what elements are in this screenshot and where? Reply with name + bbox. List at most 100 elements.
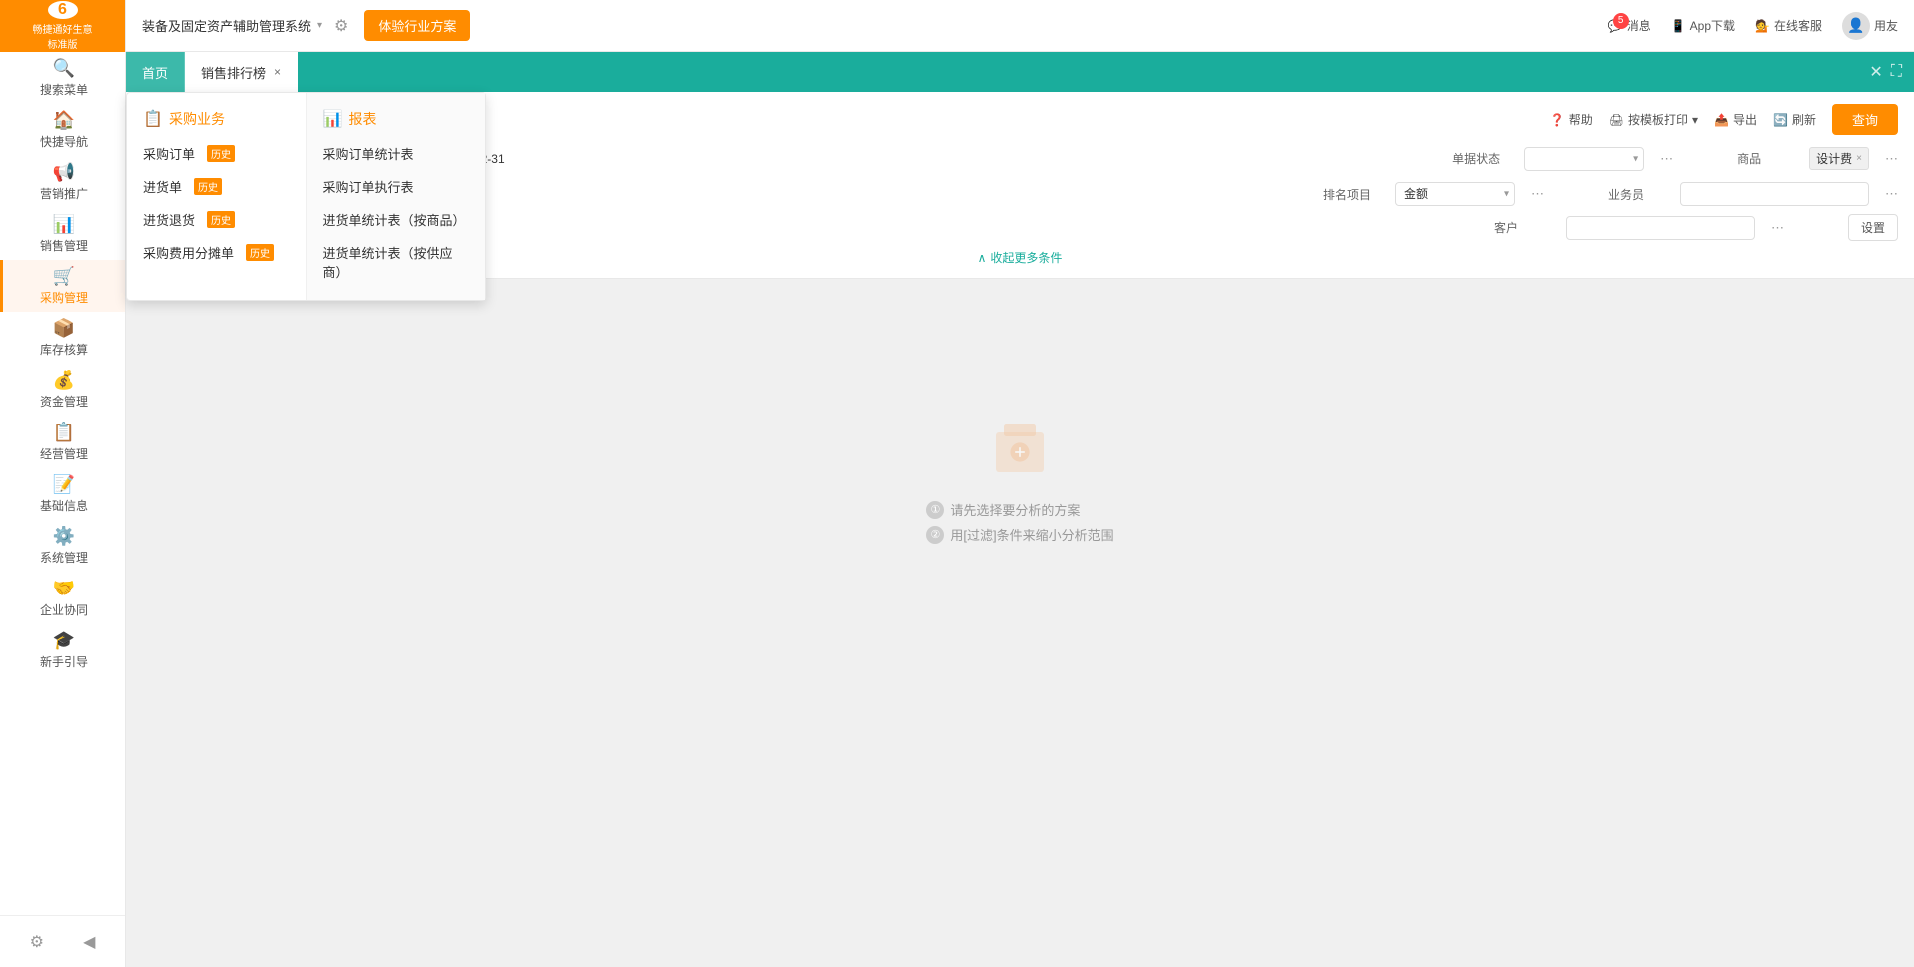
customer-label: 客户	[1494, 219, 1554, 236]
app-download-btn[interactable]: 📱 App下载	[1671, 17, 1735, 34]
collab-icon: 🤝	[53, 578, 75, 599]
empty-step-2: ② 用[过滤]条件来缩小分析范围	[926, 525, 1113, 544]
sidebar-bottom: ⚙ ◀	[0, 915, 125, 967]
order-status-select-wrap	[1524, 147, 1644, 171]
query-btn[interactable]: 查询	[1832, 104, 1898, 135]
service-icon: 💁	[1755, 19, 1770, 33]
dropdown-item-report-3[interactable]: 进货单统计表（按供应商）	[307, 236, 486, 288]
user-menu-btn[interactable]: 👤 用友	[1842, 12, 1898, 40]
export-icon: 📤	[1714, 113, 1729, 127]
collapse-btn[interactable]: ∧ 收起更多条件	[978, 249, 1063, 266]
sidebar-item-inventory[interactable]: 📦 库存核算	[0, 312, 125, 364]
product-dots[interactable]: ⋯	[1885, 151, 1898, 167]
sidebar-item-newbie[interactable]: 🎓 新手引导	[0, 624, 125, 676]
sidebar-item-search[interactable]: 🔍 搜索菜单	[0, 52, 125, 104]
system-icon: ⚙️	[53, 526, 75, 547]
refresh-btn[interactable]: 🔄 刷新	[1773, 111, 1816, 128]
sidebar-item-business[interactable]: 📋 经营管理	[0, 416, 125, 468]
logo-text: 畅捷通好生意	[33, 21, 93, 36]
sidebar-item-marketing[interactable]: 📢 营销推广	[0, 156, 125, 208]
order-status-label: 单据状态	[1452, 150, 1512, 167]
sidebar-item-sales[interactable]: 📊 销售管理	[0, 208, 125, 260]
dropdown-item-purchase-return[interactable]: 进货退货 历史	[127, 203, 306, 236]
purchase-col-icon: 📋	[143, 109, 163, 129]
dropdown-item-report-0[interactable]: 采购订单统计表	[307, 137, 486, 170]
product-tag: 设计费 ×	[1809, 147, 1869, 170]
dropdown-item-purchase-receipt[interactable]: 进货单 历史	[127, 170, 306, 203]
message-btn[interactable]: 💬 5 消息	[1608, 17, 1651, 34]
tab-close-icon[interactable]: ×	[274, 65, 281, 79]
refresh-icon: 🔄	[1773, 113, 1788, 127]
help-btn[interactable]: ❓ 帮助	[1550, 111, 1593, 128]
basicinfo-icon: 📝	[53, 474, 75, 495]
dropdown-item-purchase-order[interactable]: 采购订单 历史	[127, 137, 306, 170]
report-col-icon: 📊	[323, 109, 343, 129]
history-badge-0: 历史	[207, 145, 235, 162]
header-settings-icon[interactable]: ⚙	[334, 16, 348, 36]
print-dropdown-icon[interactable]: ▾	[1692, 113, 1698, 127]
rank-item-dots[interactable]: ⋯	[1531, 186, 1544, 202]
dropdown-item-report-2[interactable]: 进货单统计表（按商品）	[307, 203, 486, 236]
filter-settings-btn[interactable]: 设置	[1848, 214, 1898, 241]
print-btn[interactable]: 🖨 按模板打印 ▾	[1609, 111, 1698, 128]
home-icon: 🏠	[53, 110, 75, 131]
sidebar-navigation: 🔍 搜索菜单 🏠 快捷导航 📢 营销推广 📊 销售管理 🛒 采购管理 📦 库存核…	[0, 52, 125, 915]
tab-fullscreen-btn[interactable]: ⛶	[1891, 63, 1902, 81]
sidebar-settings-btn[interactable]: ⚙	[30, 932, 44, 952]
empty-step-1: ① 请先选择要分析的方案	[926, 500, 1113, 519]
customer-dots[interactable]: ⋯	[1771, 220, 1784, 236]
search-icon: 🔍	[53, 58, 75, 79]
industry-btn[interactable]: 体验行业方案	[364, 10, 470, 41]
sidebar-item-purchase[interactable]: 🛒 采购管理	[0, 260, 125, 312]
dropdown-report-header: 📊 报表	[307, 105, 486, 137]
export-btn[interactable]: 📤 导出	[1714, 111, 1757, 128]
sidebar-item-collab[interactable]: 🤝 企业协同	[0, 572, 125, 624]
tab-bar: 首页 销售排行榜 × ✕ ⛶	[126, 52, 1914, 92]
rank-item-select[interactable]: 金额	[1395, 182, 1515, 206]
empty-state: ① 请先选择要分析的方案 ② 用[过滤]条件来缩小分析范围	[126, 279, 1914, 679]
header-right: 💬 5 消息 📱 App下载 💁 在线客服 👤 用友	[1608, 12, 1898, 40]
sidebar-item-basicinfo[interactable]: 📝 基础信息	[0, 468, 125, 520]
header-title-group: 装备及固定资产辅助管理系统 ▾ ⚙ 体验行业方案	[142, 10, 1608, 41]
print-icon: 🖨	[1609, 113, 1624, 127]
phone-icon: 📱	[1671, 19, 1686, 33]
dropdown-item-purchase-expense[interactable]: 采购费用分摊单 历史	[127, 236, 306, 269]
sidebar-collapse-btn[interactable]: ◀	[83, 932, 95, 952]
app-title: 装备及固定资产辅助管理系统	[142, 16, 311, 35]
tab-close-btn[interactable]: ✕	[1869, 62, 1882, 82]
newbie-icon: 🎓	[53, 630, 75, 651]
dropdown-item-report-1[interactable]: 采购订单执行表	[307, 170, 486, 203]
marketing-icon: 📢	[53, 162, 75, 183]
product-label: 商品	[1737, 150, 1797, 167]
empty-text: ① 请先选择要分析的方案 ② 用[过滤]条件来缩小分析范围	[926, 500, 1113, 550]
tab-home[interactable]: 首页	[126, 52, 185, 92]
online-service-btn[interactable]: 💁 在线客服	[1755, 17, 1822, 34]
sidebar-item-system[interactable]: ⚙️ 系统管理	[0, 520, 125, 572]
salesperson-label: 业务员	[1608, 186, 1668, 203]
rank-item-label: 排名项目	[1323, 186, 1383, 203]
order-status-dots[interactable]: ⋯	[1660, 151, 1673, 167]
sidebar-item-nav[interactable]: 🏠 快捷导航	[0, 104, 125, 156]
purchase-icon: 🛒	[53, 266, 75, 287]
inventory-icon: 📦	[53, 318, 75, 339]
dropdown-arrow-icon[interactable]: ▾	[317, 20, 322, 31]
product-tag-close[interactable]: ×	[1856, 153, 1862, 164]
finance-icon: 💰	[53, 370, 75, 391]
history-badge-1: 历史	[194, 178, 222, 195]
collapse-icon: ∧	[978, 251, 987, 265]
salesperson-dots[interactable]: ⋯	[1885, 186, 1898, 202]
tab-sales-rank[interactable]: 销售排行榜 ×	[185, 52, 298, 92]
sidebar-item-finance[interactable]: 💰 资金管理	[0, 364, 125, 416]
logo-icon: 6	[48, 1, 78, 19]
sidebar-logo: 6 畅捷通好生意 标准版	[0, 0, 125, 52]
dropdown-purchase-col: 📋 采购业务 采购订单 历史 进货单 历史 进货退货 历史 采购费用分摊单 历史	[127, 93, 306, 300]
history-badge-3: 历史	[246, 244, 274, 261]
order-status-select[interactable]	[1524, 147, 1644, 171]
salesperson-input[interactable]	[1680, 182, 1869, 206]
avatar-icon: 👤	[1842, 12, 1870, 40]
message-badge: 5	[1613, 13, 1629, 29]
rank-item-select-wrap: 金额	[1395, 182, 1515, 206]
history-badge-2: 历史	[207, 211, 235, 228]
help-icon: ❓	[1550, 113, 1565, 127]
customer-input[interactable]	[1566, 216, 1755, 240]
